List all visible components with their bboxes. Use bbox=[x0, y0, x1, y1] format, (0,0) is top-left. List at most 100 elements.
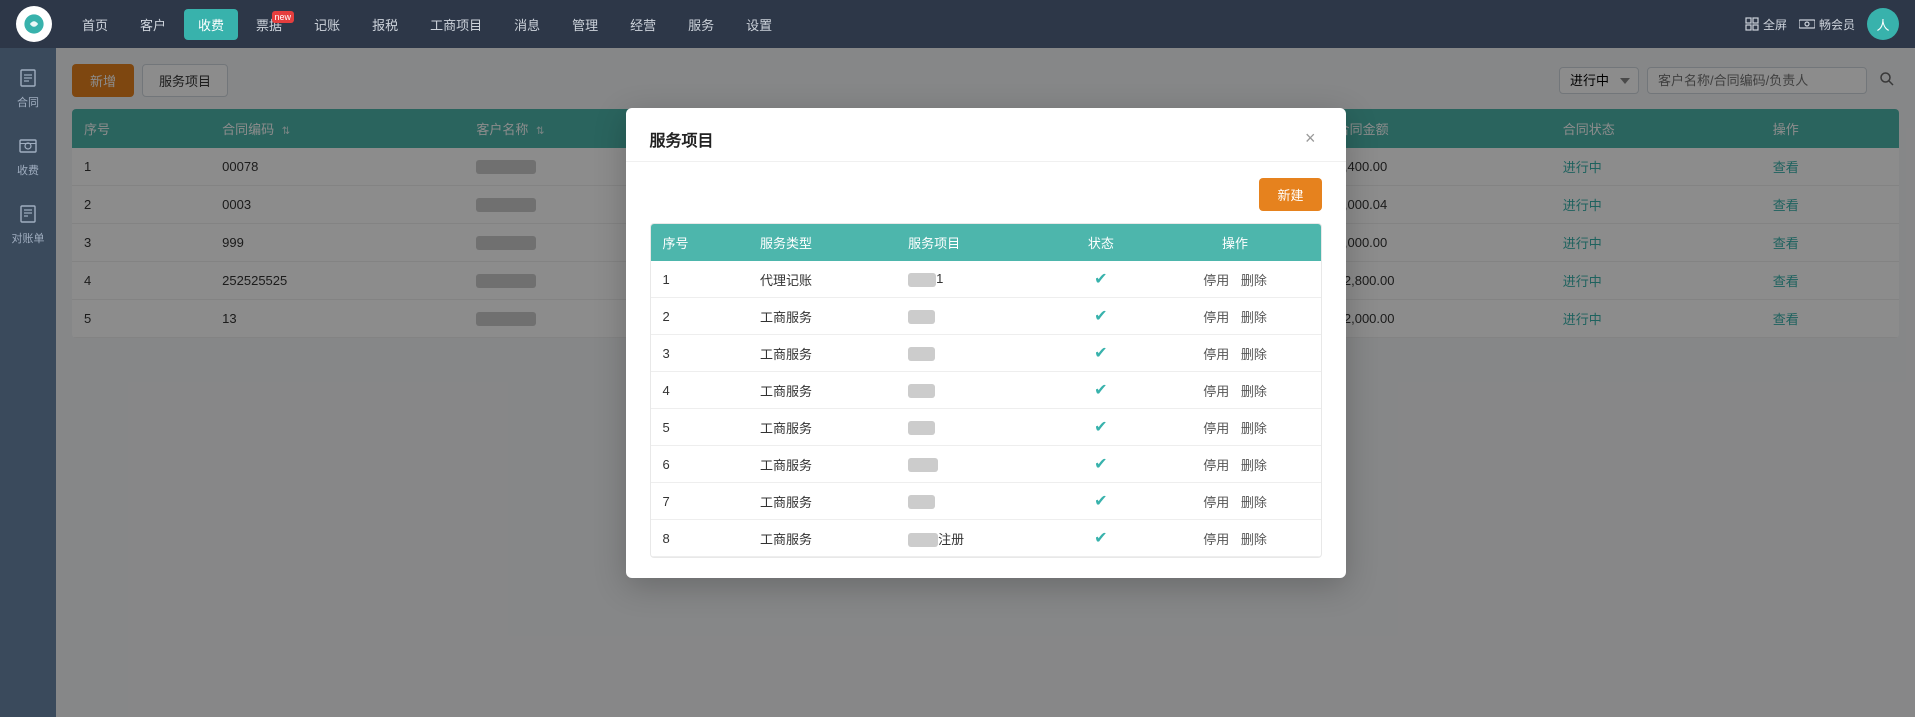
modal-cell-seq: 4 bbox=[651, 372, 748, 409]
modal-body: 新建 序号 服务类型 服务项目 状态 操作 bbox=[626, 162, 1346, 578]
modal-cell-type: 工商服务 bbox=[748, 520, 896, 557]
stop-button[interactable]: 停用 bbox=[1203, 421, 1229, 436]
nav-service[interactable]: 服务 bbox=[674, 9, 728, 40]
left-sidebar: 合同 收费 对账单 bbox=[0, 48, 56, 717]
modal-new-button[interactable]: 新建 bbox=[1259, 178, 1321, 211]
modal-cell-action[interactable]: 停用 删除 bbox=[1150, 520, 1321, 557]
fullscreen-label: 全屏 bbox=[1763, 16, 1787, 33]
modal-cell-type: 代理记账 bbox=[748, 261, 896, 298]
modal-cell-action[interactable]: 停用 删除 bbox=[1150, 483, 1321, 520]
nav-client[interactable]: 客户 bbox=[126, 9, 180, 40]
statement-icon bbox=[16, 202, 40, 226]
modal-overlay[interactable]: 服务项目 × 新建 序号 服务类型 服务项目 bbox=[56, 48, 1915, 717]
main-content-area: 新增 服务项目 进行中 已完成 已终止 全部 bbox=[56, 48, 1915, 717]
sidebar-label-statement: 对账单 bbox=[12, 230, 45, 246]
top-navigation: 首页 客户 收费 票据 new 记账 报税 工商项目 消息 管理 经营 服务 设… bbox=[0, 0, 1915, 48]
modal-toolbar: 新建 bbox=[650, 178, 1322, 211]
modal-table-row: 5 工商服务 ✔ 停用 删除 bbox=[651, 409, 1321, 446]
modal-col-action: 操作 bbox=[1150, 224, 1321, 261]
modal-cell-action[interactable]: 停用 删除 bbox=[1150, 372, 1321, 409]
delete-button[interactable]: 删除 bbox=[1241, 458, 1267, 473]
modal-cell-seq: 8 bbox=[651, 520, 748, 557]
nav-message[interactable]: 消息 bbox=[500, 9, 554, 40]
modal-cell-action[interactable]: 停用 删除 bbox=[1150, 446, 1321, 483]
contract-icon bbox=[16, 66, 40, 90]
modal-cell-item: 注册 bbox=[896, 520, 1052, 557]
modal-cell-item: 1 bbox=[896, 261, 1052, 298]
app-logo[interactable] bbox=[16, 6, 52, 42]
stop-button[interactable]: 停用 bbox=[1203, 273, 1229, 288]
delete-button[interactable]: 删除 bbox=[1241, 384, 1267, 399]
modal-cell-item bbox=[896, 298, 1052, 335]
modal-table-container[interactable]: 序号 服务类型 服务项目 状态 操作 1 代理记账 1 ✔ 停 bbox=[650, 223, 1322, 558]
modal-cell-type: 工商服务 bbox=[748, 409, 896, 446]
stop-button[interactable]: 停用 bbox=[1203, 532, 1229, 547]
status-check-icon: ✔ bbox=[1094, 382, 1107, 399]
nav-operation[interactable]: 经营 bbox=[616, 9, 670, 40]
modal-table-row: 1 代理记账 1 ✔ 停用 删除 bbox=[651, 261, 1321, 298]
modal-table-row: 7 工商服务 ✔ 停用 删除 bbox=[651, 483, 1321, 520]
nav-settings[interactable]: 设置 bbox=[732, 9, 786, 40]
modal-cell-status: ✔ bbox=[1052, 335, 1149, 372]
modal-cell-action[interactable]: 停用 删除 bbox=[1150, 298, 1321, 335]
status-check-icon: ✔ bbox=[1094, 493, 1107, 510]
nav-tax[interactable]: 报税 bbox=[358, 9, 412, 40]
delete-button[interactable]: 删除 bbox=[1241, 310, 1267, 325]
user-avatar[interactable]: 人 bbox=[1867, 8, 1899, 40]
nav-bookkeeping[interactable]: 记账 bbox=[300, 9, 354, 40]
modal-table-row: 3 工商服务 ✔ 停用 删除 bbox=[651, 335, 1321, 372]
modal-cell-status: ✔ bbox=[1052, 483, 1149, 520]
modal-cell-seq: 7 bbox=[651, 483, 748, 520]
modal-cell-type: 工商服务 bbox=[748, 483, 896, 520]
modal-cell-item bbox=[896, 372, 1052, 409]
delete-button[interactable]: 删除 bbox=[1241, 347, 1267, 362]
nav-home[interactable]: 首页 bbox=[68, 9, 122, 40]
modal-cell-status: ✔ bbox=[1052, 372, 1149, 409]
modal-cell-type: 工商服务 bbox=[748, 298, 896, 335]
member-button[interactable]: 畅会员 bbox=[1799, 16, 1855, 33]
modal-cell-type: 工商服务 bbox=[748, 335, 896, 372]
nav-invoice[interactable]: 票据 new bbox=[242, 9, 296, 40]
modal-close-button[interactable]: × bbox=[1299, 126, 1322, 151]
service-items-modal: 服务项目 × 新建 序号 服务类型 服务项目 bbox=[626, 108, 1346, 578]
stop-button[interactable]: 停用 bbox=[1203, 347, 1229, 362]
modal-table-row: 6 工商服务 ✔ 停用 删除 bbox=[651, 446, 1321, 483]
modal-cell-item bbox=[896, 483, 1052, 520]
sidebar-item-statement[interactable]: 对账单 bbox=[0, 192, 56, 256]
delete-button[interactable]: 删除 bbox=[1241, 532, 1267, 547]
modal-cell-seq: 5 bbox=[651, 409, 748, 446]
modal-cell-action[interactable]: 停用 删除 bbox=[1150, 261, 1321, 298]
nav-fee[interactable]: 收费 bbox=[184, 9, 238, 40]
sidebar-item-fee[interactable]: 收费 bbox=[0, 124, 56, 188]
modal-cell-action[interactable]: 停用 删除 bbox=[1150, 335, 1321, 372]
status-check-icon: ✔ bbox=[1094, 345, 1107, 362]
new-badge: new bbox=[272, 11, 295, 23]
service-items-table: 序号 服务类型 服务项目 状态 操作 1 代理记账 1 ✔ 停 bbox=[651, 224, 1321, 557]
modal-cell-status: ✔ bbox=[1052, 298, 1149, 335]
status-check-icon: ✔ bbox=[1094, 456, 1107, 473]
fullscreen-button[interactable]: 全屏 bbox=[1745, 16, 1787, 33]
status-check-icon: ✔ bbox=[1094, 271, 1107, 288]
nav-industry[interactable]: 工商项目 bbox=[416, 9, 496, 40]
modal-cell-status: ✔ bbox=[1052, 261, 1149, 298]
status-check-icon: ✔ bbox=[1094, 308, 1107, 325]
stop-button[interactable]: 停用 bbox=[1203, 310, 1229, 325]
modal-cell-status: ✔ bbox=[1052, 446, 1149, 483]
delete-button[interactable]: 删除 bbox=[1241, 273, 1267, 288]
delete-button[interactable]: 删除 bbox=[1241, 495, 1267, 510]
modal-header: 服务项目 × bbox=[626, 108, 1346, 162]
nav-manage[interactable]: 管理 bbox=[558, 9, 612, 40]
modal-title: 服务项目 bbox=[650, 127, 714, 151]
status-check-icon: ✔ bbox=[1094, 419, 1107, 436]
modal-cell-seq: 3 bbox=[651, 335, 748, 372]
delete-button[interactable]: 删除 bbox=[1241, 421, 1267, 436]
modal-col-status: 状态 bbox=[1052, 224, 1149, 261]
sidebar-label-fee: 收费 bbox=[17, 162, 39, 178]
sidebar-item-contract[interactable]: 合同 bbox=[0, 56, 56, 120]
stop-button[interactable]: 停用 bbox=[1203, 384, 1229, 399]
stop-button[interactable]: 停用 bbox=[1203, 458, 1229, 473]
modal-cell-status: ✔ bbox=[1052, 409, 1149, 446]
stop-button[interactable]: 停用 bbox=[1203, 495, 1229, 510]
modal-table-row: 4 工商服务 ✔ 停用 删除 bbox=[651, 372, 1321, 409]
modal-cell-action[interactable]: 停用 删除 bbox=[1150, 409, 1321, 446]
